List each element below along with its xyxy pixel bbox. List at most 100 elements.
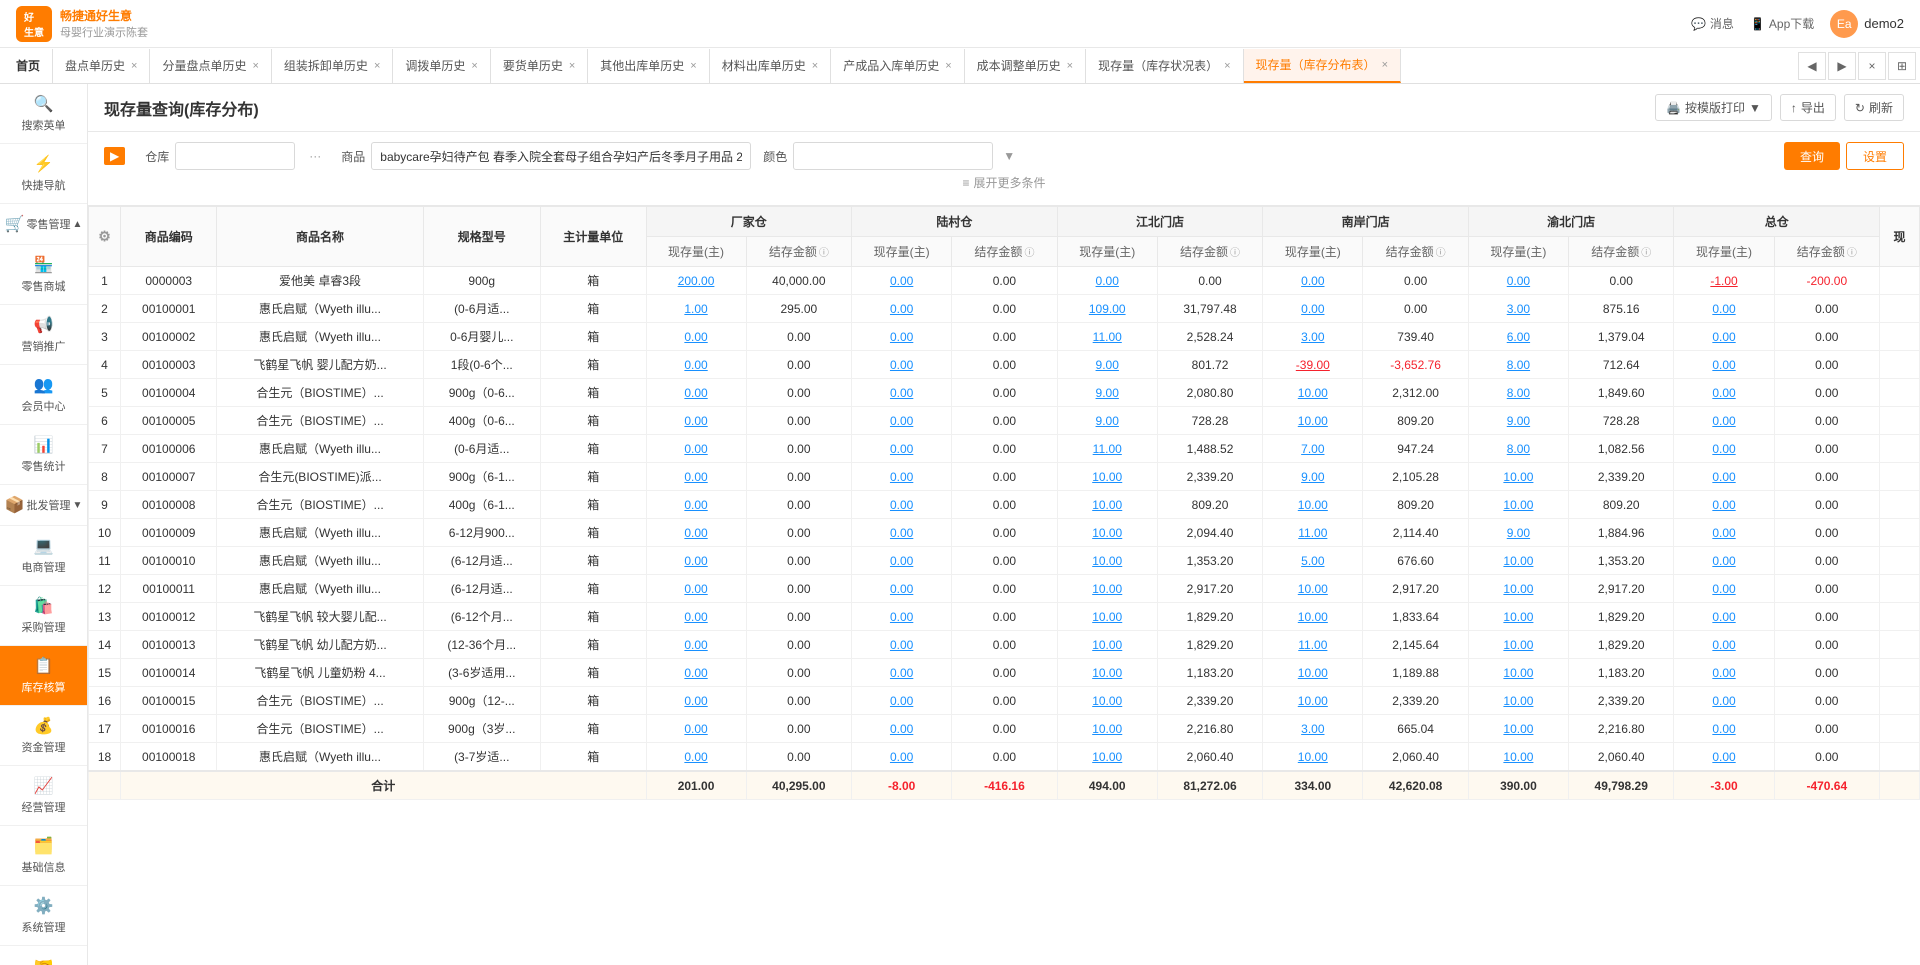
table-cell[interactable]: 10.00 — [1468, 575, 1568, 603]
table-cell[interactable]: 10.00 — [1263, 407, 1363, 435]
table-cell[interactable]: 10.00 — [1057, 491, 1157, 519]
sidebar-item-enterprise[interactable]: 🤝 企业协同 — [0, 946, 87, 965]
info-icon-jb[interactable]: ⓘ — [1230, 248, 1240, 259]
tab-close-fenpandian[interactable]: × — [252, 60, 258, 72]
tab-zuchai[interactable]: 组装拆卸单历史 × — [272, 49, 393, 83]
tab-close-qitachuku[interactable]: × — [690, 60, 696, 72]
sidebar-item-purchase[interactable]: 🛍️ 采购管理 — [0, 586, 87, 646]
table-cell[interactable]: 5.00 — [1263, 547, 1363, 575]
table-cell[interactable]: 0.00 — [646, 519, 746, 547]
table-cell[interactable]: 10.00 — [1468, 603, 1568, 631]
tab-close-pandian[interactable]: × — [131, 60, 137, 72]
table-cell[interactable]: 0.00 — [1263, 267, 1363, 295]
table-cell[interactable]: 10.00 — [1057, 603, 1157, 631]
sidebar-item-wholesale[interactable]: 📦 批发管理 ▼ — [0, 485, 87, 526]
tab-close-xiancun1[interactable]: × — [1224, 60, 1230, 72]
table-cell[interactable]: 0.00 — [1674, 519, 1774, 547]
table-cell[interactable]: 0.00 — [1674, 351, 1774, 379]
tab-xiancun2[interactable]: 现存量（库存分布表） × — [1244, 49, 1401, 83]
table-cell[interactable]: 0.00 — [1674, 743, 1774, 772]
color-dropdown-icon[interactable]: ▼ — [1003, 149, 1015, 163]
table-cell[interactable]: 10.00 — [1468, 547, 1568, 575]
table-cell[interactable]: 0.00 — [1674, 547, 1774, 575]
tab-chanpinru[interactable]: 产成品入库单历史 × — [831, 49, 964, 83]
tab-close-chenbenru[interactable]: × — [1067, 60, 1073, 72]
table-cell[interactable]: 10.00 — [1057, 631, 1157, 659]
table-cell[interactable]: 10.00 — [1263, 659, 1363, 687]
table-cell[interactable]: 3.00 — [1468, 295, 1568, 323]
expand-row[interactable]: ≡ 展开更多条件 — [104, 170, 1904, 195]
table-cell[interactable]: 0.00 — [646, 743, 746, 772]
table-cell[interactable]: 10.00 — [1263, 687, 1363, 715]
sidebar-item-member[interactable]: 👥 会员中心 — [0, 365, 87, 425]
tab-close-chanpinru[interactable]: × — [945, 60, 951, 72]
tab-chenbenru[interactable]: 成本调整单历史 × — [965, 49, 1086, 83]
tab-diaopo[interactable]: 调拨单历史 × — [393, 49, 490, 83]
table-cell[interactable]: 0.00 — [852, 659, 952, 687]
table-cell[interactable]: 0.00 — [852, 547, 952, 575]
table-cell[interactable]: 10.00 — [1057, 715, 1157, 743]
table-cell[interactable]: 10.00 — [1057, 743, 1157, 772]
table-cell[interactable]: 0.00 — [646, 379, 746, 407]
table-cell[interactable]: 0.00 — [852, 323, 952, 351]
table-cell[interactable]: 0.00 — [646, 603, 746, 631]
tab-yaohuo[interactable]: 要货单历史 × — [491, 49, 588, 83]
table-cell[interactable]: 0.00 — [852, 631, 952, 659]
filter-toggle-btn[interactable]: ▶ — [104, 147, 125, 165]
tab-cailiaochu[interactable]: 材料出库单历史 × — [710, 49, 831, 83]
table-cell[interactable]: 7.00 — [1263, 435, 1363, 463]
color-input[interactable] — [793, 142, 993, 170]
table-cell[interactable]: 109.00 — [1057, 295, 1157, 323]
table-cell[interactable]: 3.00 — [1263, 323, 1363, 351]
table-cell[interactable]: 9.00 — [1057, 407, 1157, 435]
sidebar-item-inventory[interactable]: 📋 库存核算 — [0, 646, 87, 706]
tab-xiancun1[interactable]: 现存量（库存状况表） × — [1086, 49, 1243, 83]
table-cell[interactable]: 0.00 — [1674, 491, 1774, 519]
table-cell[interactable]: 0.00 — [852, 519, 952, 547]
tab-next-btn[interactable]: ▶ — [1828, 52, 1856, 80]
table-cell[interactable]: 0.00 — [1674, 715, 1774, 743]
table-cell[interactable]: 0.00 — [1674, 603, 1774, 631]
table-cell[interactable]: 0.00 — [852, 267, 952, 295]
table-cell[interactable]: 11.00 — [1057, 323, 1157, 351]
settings-btn[interactable]: 设置 — [1846, 142, 1904, 170]
tab-fenpandian[interactable]: 分量盘点单历史 × — [150, 49, 271, 83]
info-icon-total[interactable]: ⓘ — [1847, 248, 1857, 259]
sidebar-item-basic[interactable]: 🗂️ 基础信息 — [0, 826, 87, 886]
table-cell[interactable]: 0.00 — [1674, 295, 1774, 323]
table-cell[interactable]: -39.00 — [1263, 351, 1363, 379]
table-cell[interactable]: 0.00 — [1057, 267, 1157, 295]
table-cell[interactable]: 0.00 — [1674, 379, 1774, 407]
table-cell[interactable]: 0.00 — [646, 407, 746, 435]
table-cell[interactable]: 0.00 — [1674, 659, 1774, 687]
sidebar-item-marketing[interactable]: 📢 营销推广 — [0, 305, 87, 365]
sidebar-item-operations[interactable]: 📈 经营管理 — [0, 766, 87, 826]
table-cell[interactable]: 10.00 — [1468, 743, 1568, 772]
table-cell[interactable]: 8.00 — [1468, 435, 1568, 463]
warehouse-input[interactable] — [175, 142, 295, 170]
table-cell[interactable]: 10.00 — [1057, 687, 1157, 715]
table-cell[interactable]: 8.00 — [1468, 379, 1568, 407]
sidebar-item-finance[interactable]: 💰 资金管理 — [0, 706, 87, 766]
info-icon-na[interactable]: ⓘ — [1436, 248, 1446, 259]
table-cell[interactable]: 10.00 — [1468, 659, 1568, 687]
table-cell[interactable]: 0.00 — [646, 351, 746, 379]
table-cell[interactable]: 0.00 — [646, 323, 746, 351]
table-cell[interactable]: 0.00 — [852, 603, 952, 631]
info-icon-cj[interactable]: ⓘ — [819, 248, 829, 259]
print-btn[interactable]: 🖨️ 按模版打印 ▼ — [1655, 94, 1772, 121]
table-cell[interactable]: 11.00 — [1057, 435, 1157, 463]
table-cell[interactable]: 0.00 — [852, 351, 952, 379]
table-cell[interactable]: 10.00 — [1468, 687, 1568, 715]
table-cell[interactable]: 9.00 — [1057, 379, 1157, 407]
table-cell[interactable]: 0.00 — [1674, 323, 1774, 351]
goods-input[interactable] — [371, 142, 751, 170]
table-cell[interactable]: 10.00 — [1057, 547, 1157, 575]
table-cell[interactable]: 10.00 — [1263, 575, 1363, 603]
table-cell[interactable]: 6.00 — [1468, 323, 1568, 351]
tab-pandian[interactable]: 盘点单历史 × — [53, 49, 150, 83]
sidebar-item-ecommerce[interactable]: 💻 电商管理 — [0, 526, 87, 586]
gear-icon[interactable]: ⚙ — [98, 228, 111, 244]
table-cell[interactable]: 0.00 — [852, 379, 952, 407]
tab-close-yaohuo[interactable]: × — [569, 60, 575, 72]
